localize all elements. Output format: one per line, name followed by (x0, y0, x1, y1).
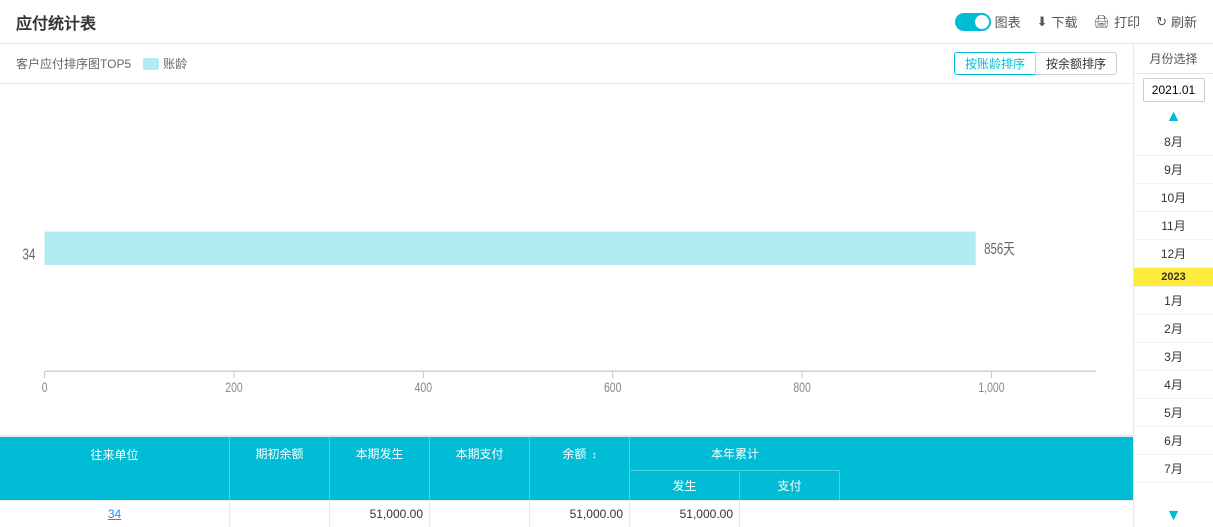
table-header-row-1: 往来单位 期初余额 本期发生 本期支付 余额 ↕ 本年累计 (0, 437, 1133, 471)
table-wrapper: 往来单位 期初余额 本期发生 本期支付 余额 ↕ 本年累计 (0, 437, 1133, 527)
td-unit: 34 (0, 501, 230, 527)
header-actions: 图表 ⬇ 下载 🖨 打印 ↻ 刷新 (955, 12, 1197, 31)
sidebar-month-8[interactable]: 8月 (1134, 128, 1213, 156)
scroll-down-button[interactable]: ▼ (1134, 505, 1213, 527)
legend-item-1: 客户应付排序图TOP5 (16, 55, 131, 72)
sidebar-months: 8月 9月 10月 11月 12月 2023 1月 2月 3月 4月 5月 6月… (1134, 128, 1213, 505)
sort-by-balance-button[interactable]: 按账龄排序 (954, 52, 1035, 75)
th-begin-sub (230, 471, 330, 500)
td-year-pay (740, 501, 840, 527)
sidebar-year-label: 2023 (1134, 268, 1213, 287)
download-button[interactable]: ⬇ 下载 (1037, 12, 1078, 31)
download-label: 下载 (1052, 12, 1078, 31)
th-pay-sub (430, 471, 530, 500)
unit-link[interactable]: 34 (108, 507, 121, 521)
sidebar-month-7[interactable]: 7月 (1134, 455, 1213, 483)
refresh-label: 刷新 (1171, 12, 1197, 31)
legend-label-1: 客户应付排序图TOP5 (16, 55, 131, 72)
th-occur-sub (330, 471, 430, 500)
td-occur: 51,000.00 (330, 501, 430, 527)
th-begin: 期初余额 (230, 437, 330, 471)
page-header: 应付统计表 图表 ⬇ 下载 🖨 打印 ↻ 刷新 (0, 0, 1213, 44)
sidebar-month-4[interactable]: 4月 (1134, 371, 1213, 399)
print-button[interactable]: 🖨 打印 (1094, 12, 1141, 31)
sidebar: 月份选择 ▲ 8月 9月 10月 11月 12月 2023 1月 2月 3月 4… (1133, 44, 1213, 527)
chart-body: 34 856天 0 200 400 600 800 (0, 84, 1133, 435)
td-year-occur: 51,000.00 (630, 501, 740, 527)
svg-text:1,000: 1,000 (978, 380, 1004, 396)
sidebar-month-12[interactable]: 12月 (1134, 240, 1213, 268)
sidebar-month-5[interactable]: 5月 (1134, 399, 1213, 427)
th-year-pay: 支付 (740, 471, 840, 500)
sidebar-month-2[interactable]: 2月 (1134, 315, 1213, 343)
legend-color-box (143, 58, 159, 70)
th-year-total: 本年累计 (630, 437, 840, 471)
th-balance: 余额 ↕ (530, 437, 630, 471)
td-pay (430, 501, 530, 527)
sidebar-month-9[interactable]: 9月 (1134, 156, 1213, 184)
sidebar-month-10[interactable]: 10月 (1134, 184, 1213, 212)
th-occur: 本期发生 (330, 437, 430, 471)
refresh-icon: ↻ (1156, 14, 1167, 30)
chart-toggle-switch[interactable] (955, 13, 991, 31)
svg-text:600: 600 (604, 380, 622, 396)
scroll-up-button[interactable]: ▲ (1134, 106, 1213, 128)
sort-by-amount-button[interactable]: 按余额排序 (1035, 52, 1117, 75)
print-icon: 🖨 (1094, 14, 1111, 30)
svg-text:0: 0 (42, 380, 48, 396)
th-balance-sub (530, 471, 630, 500)
sidebar-month-6[interactable]: 6月 (1134, 427, 1213, 455)
legend-label-2: 账龄 (163, 55, 187, 72)
chart-toggle[interactable]: 图表 (955, 12, 1021, 31)
th-pay: 本期支付 (430, 437, 530, 471)
sidebar-month-1[interactable]: 1月 (1134, 287, 1213, 315)
td-begin (230, 501, 330, 527)
table-row: 34 51,000.00 51,000.00 51,000.00 (0, 500, 1133, 527)
chart-sort-buttons: 按账龄排序 按余额排序 (954, 52, 1117, 75)
print-label: 打印 (1114, 12, 1140, 31)
table-section: 往来单位 期初余额 本期发生 本期支付 余额 ↕ 本年累计 (0, 435, 1133, 527)
sidebar-title: 月份选择 (1134, 44, 1213, 74)
download-icon: ⬇ (1037, 14, 1048, 30)
chart-label: 图表 (995, 12, 1021, 31)
bar-chart: 34 856天 0 200 400 600 800 (8, 92, 1117, 427)
svg-text:200: 200 (225, 380, 243, 396)
main-content: 客户应付排序图TOP5 账龄 按账龄排序 按余额排序 34 (0, 44, 1213, 527)
th-year-occur: 发生 (630, 471, 740, 500)
sidebar-month-11[interactable]: 11月 (1134, 212, 1213, 240)
td-balance: 51,000.00 (530, 501, 630, 527)
page-title: 应付统计表 (16, 10, 96, 34)
sidebar-month-3[interactable]: 3月 (1134, 343, 1213, 371)
th-unit-sub (0, 471, 230, 500)
table-subheader: 发生 支付 (0, 471, 1133, 500)
sidebar-year-input[interactable] (1143, 78, 1205, 102)
svg-text:34: 34 (23, 246, 36, 263)
chart-header: 客户应付排序图TOP5 账龄 按账龄排序 按余额排序 (0, 44, 1133, 84)
chart-legend: 客户应付排序图TOP5 账龄 (16, 55, 187, 72)
svg-text:800: 800 (793, 380, 811, 396)
svg-text:400: 400 (415, 380, 433, 396)
svg-text:856天: 856天 (984, 240, 1015, 257)
chart-section: 客户应付排序图TOP5 账龄 按账龄排序 按余额排序 34 (0, 44, 1133, 527)
th-unit: 往来单位 (0, 437, 230, 471)
refresh-button[interactable]: ↻ 刷新 (1156, 12, 1197, 31)
legend-item-2: 账龄 (143, 55, 187, 72)
